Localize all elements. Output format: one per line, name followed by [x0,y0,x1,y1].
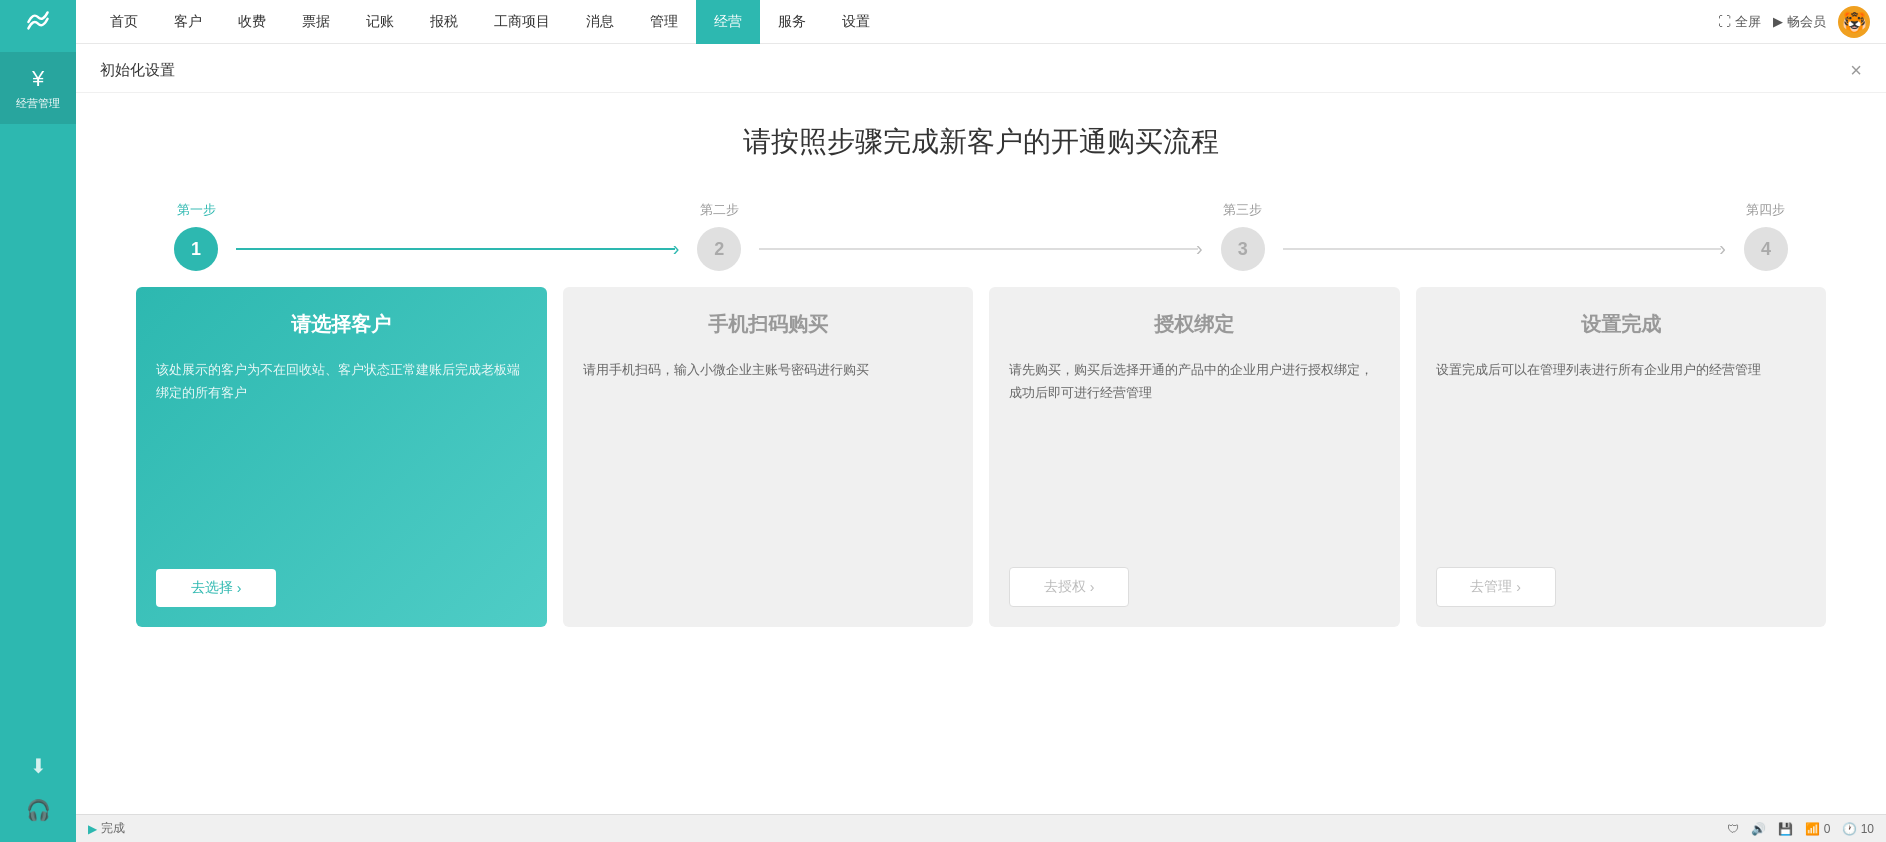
step-4-circle: 4 [1744,227,1788,271]
status-label: 完成 [101,820,125,837]
main-content: 初始化设置 × 请按照步骤完成新客户的开通购买流程 第一步 1 › [76,44,1886,842]
play-icon: ▶ [1773,14,1783,29]
bottom-bar-right: 🛡 🔊 💾 📶 0 🕐 10 [1727,822,1874,836]
step-4-btn-arrow: › [1516,579,1521,595]
bottom-bar: ▶ 完成 🛡 🔊 💾 📶 0 🕐 10 [76,814,1886,842]
step-4-btn: 去管理 › [1436,567,1556,607]
user-avatar[interactable]: 🐯 [1838,6,1870,38]
clock-status: 🕐 10 [1842,822,1874,836]
sidebar: ¥ 经营管理 ⬇ 🎧 [0,44,76,842]
page-header: 初始化设置 × [76,44,1886,93]
step-2-card-desc: 请用手机扫码，输入小微企业主账号密码进行购买 [583,358,954,591]
step-4-card-title: 设置完成 [1436,311,1807,338]
step-3-card-title: 授权绑定 [1009,311,1380,338]
nav-item-manage[interactable]: 管理 [632,0,696,44]
step-1-btn[interactable]: 去选择 › [156,569,276,607]
sidebar-bottom: ⬇ 🎧 [18,746,58,842]
headset-icon[interactable]: 🎧 [18,790,58,830]
fullscreen-btn[interactable]: ⛶ 全屏 [1718,13,1761,31]
step-1-btn-arrow: › [237,580,242,596]
connector-3: › [1283,201,1726,260]
yen-icon: ¥ [32,66,44,92]
app-logo [0,0,76,44]
nav-item-account[interactable]: 记账 [348,0,412,44]
step-1-btn-label: 去选择 [191,579,233,597]
nav-item-fee[interactable]: 收费 [220,0,284,44]
step-card-3: 授权绑定 请先购买，购买后选择开通的产品中的企业用户进行授权绑定，成功后即可进行… [989,287,1400,627]
fullscreen-label: 全屏 [1735,13,1761,31]
step-1-indicator: 第一步 1 [156,201,236,271]
volume-icon: 🔊 [1751,822,1766,836]
step-3-indicator: 第三步 3 [1203,201,1283,271]
step-1-label: 第一步 [177,201,216,219]
step-card-4: 设置完成 设置完成后可以在管理列表进行所有企业用户的经营管理 去管理 › [1416,287,1827,627]
step-1-card-title: 请选择客户 [156,311,527,338]
step-2-indicator: 第二步 2 [679,201,759,271]
step-3-circle: 3 [1221,227,1265,271]
close-button[interactable]: × [1850,60,1862,80]
vip-label: 畅会员 [1787,13,1826,31]
nav-item-customer[interactable]: 客户 [156,0,220,44]
step-3-card-desc: 请先购买，购买后选择开通的产品中的企业用户进行授权绑定，成功后即可进行经营管理 [1009,358,1380,551]
step-3-btn-label: 去授权 [1044,578,1086,596]
nav-items: 首页 客户 收费 票据 记账 报税 工商项目 消息 管理 经营 服务 设置 [92,0,1718,44]
step-1-circle: 1 [174,227,218,271]
connector-2: › [759,201,1202,260]
play-icon-bottom: ▶ [88,822,97,836]
nav-item-biz[interactable]: 经营 [696,0,760,44]
step-2-label: 第二步 [700,201,739,219]
step-3-btn-arrow: › [1090,579,1095,595]
wizard-container: 请按照步骤完成新客户的开通购买流程 第一步 1 › 第二步 [76,93,1886,814]
step-card-2: 手机扫码购买 请用手机扫码，输入小微企业主账号密码进行购买 [563,287,974,627]
step-4-card-footer: 去管理 › [1436,551,1807,607]
nav-item-bizproject[interactable]: 工商项目 [476,0,568,44]
bottom-play: ▶ 完成 [88,820,125,837]
nav-item-settings[interactable]: 设置 [824,0,888,44]
save-icon: 💾 [1778,822,1793,836]
sidebar-item-label: 经营管理 [16,96,60,110]
top-nav: 首页 客户 收费 票据 记账 报税 工商项目 消息 管理 经营 服务 设置 ⛶ … [0,0,1886,44]
nav-item-service[interactable]: 服务 [760,0,824,44]
step-2-circle: 2 [697,227,741,271]
step-2-card-footer [583,591,954,607]
download-icon[interactable]: ⬇ [18,746,58,786]
nav-item-message[interactable]: 消息 [568,0,632,44]
nav-right: ⛶ 全屏 ▶ 畅会员 🐯 [1718,6,1870,38]
step-4-card-desc: 设置完成后可以在管理列表进行所有企业用户的经营管理 [1436,358,1807,551]
step-1-card-desc: 该处展示的客户为不在回收站、客户状态正常建账后完成老板端绑定的所有客户 [156,358,527,553]
nav-item-invoice[interactable]: 票据 [284,0,348,44]
step-4-indicator: 第四步 4 [1726,201,1806,271]
connector-1: › [236,201,679,260]
step-card-1: 请选择客户 该处展示的客户为不在回收站、客户状态正常建账后完成老板端绑定的所有客… [136,287,547,627]
fullscreen-icon: ⛶ [1718,14,1731,29]
step-4-btn-label: 去管理 [1470,578,1512,596]
step-3-card-footer: 去授权 › [1009,551,1380,607]
nav-item-home[interactable]: 首页 [92,0,156,44]
step-3-btn: 去授权 › [1009,567,1129,607]
sidebar-item-biz[interactable]: ¥ 经营管理 [0,52,76,124]
page-title: 初始化设置 [100,61,175,80]
step-1-card-footer: 去选择 › [156,553,527,607]
step-4-label: 第四步 [1746,201,1785,219]
network-status: 📶 0 [1805,822,1830,836]
nav-item-tax[interactable]: 报税 [412,0,476,44]
shield-icon: 🛡 [1727,822,1739,836]
step-cards: 请选择客户 该处展示的客户为不在回收站、客户状态正常建账后完成老板端绑定的所有客… [136,287,1826,627]
vip-btn[interactable]: ▶ 畅会员 [1773,13,1826,31]
step-2-card-title: 手机扫码购买 [583,311,954,338]
step-3-label: 第三步 [1223,201,1262,219]
wizard-headline: 请按照步骤完成新客户的开通购买流程 [136,123,1826,161]
